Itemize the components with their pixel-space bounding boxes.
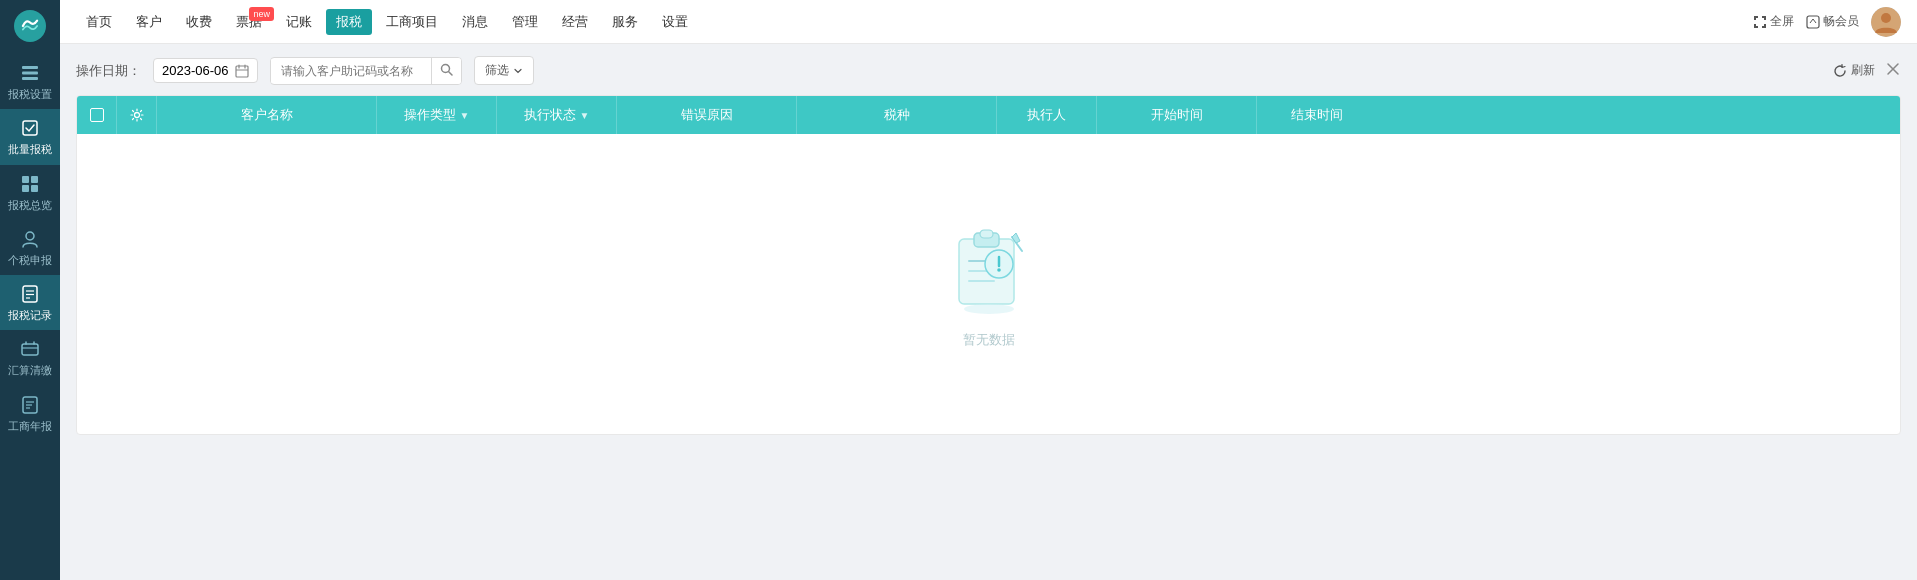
svg-rect-8: [31, 185, 38, 192]
search-icon: [440, 63, 453, 76]
table-header: 客户名称 操作类型 ▼ 执行状态 ▼ 错误原因 税种 执行人: [77, 96, 1900, 134]
sort-icon: ▼: [460, 110, 470, 121]
refresh-button[interactable]: 刷新: [1833, 62, 1875, 79]
sidebar: 报税设置 批量报税 报税总览 个税申报: [0, 0, 60, 580]
content-area: 操作日期： 2023-06-06: [60, 44, 1917, 580]
sidebar-item-piliang-baoshui[interactable]: 批量报税: [0, 109, 60, 164]
nav-item-shezhi[interactable]: 设置: [652, 9, 698, 35]
settings-icon: [19, 62, 41, 84]
batch-icon: [19, 117, 41, 139]
th-checkbox[interactable]: [77, 96, 117, 134]
select-all-checkbox[interactable]: [90, 108, 104, 122]
nav-item-customer[interactable]: 客户: [126, 9, 172, 35]
calendar-icon: [235, 64, 249, 78]
nav-item-gongshang[interactable]: 工商项目: [376, 9, 448, 35]
svg-rect-1: [22, 66, 38, 69]
sidebar-item-huisuan-jiaona[interactable]: 汇算清缴: [0, 330, 60, 385]
svg-rect-20: [1807, 16, 1819, 28]
th-exec-status[interactable]: 执行状态 ▼: [497, 96, 617, 134]
svg-point-9: [26, 232, 34, 240]
th-gear[interactable]: [117, 96, 157, 134]
svg-rect-2: [22, 72, 38, 75]
fullscreen-icon: [1753, 15, 1767, 29]
sort-icon: ▼: [580, 110, 590, 121]
nav-item-shoufei[interactable]: 收费: [176, 9, 222, 35]
top-nav-right: 全屏 畅会员: [1753, 7, 1901, 37]
nav-item-piaoju[interactable]: 票据 new: [226, 9, 272, 35]
th-error-reason: 错误原因: [617, 96, 797, 134]
app-logo[interactable]: [12, 8, 48, 44]
nav-item-guanli[interactable]: 管理: [502, 9, 548, 35]
nav-item-fuwu[interactable]: 服务: [602, 9, 648, 35]
chevron-down-icon: [513, 66, 523, 76]
filter-button[interactable]: 筛选: [474, 56, 534, 85]
member-icon: [1806, 15, 1820, 29]
annual-report-icon: [19, 394, 41, 416]
th-customer-name: 客户名称: [157, 96, 377, 134]
search-box: [270, 57, 462, 85]
date-label: 操作日期：: [76, 62, 141, 80]
svg-rect-4: [23, 121, 37, 135]
sidebar-item-gongshang-nianbao[interactable]: 工商年报: [0, 386, 60, 441]
empty-illustration: [944, 219, 1034, 319]
th-operation-type[interactable]: 操作类型 ▼: [377, 96, 497, 134]
search-button[interactable]: [431, 58, 461, 84]
svg-rect-6: [31, 176, 38, 183]
nav-item-home[interactable]: 首页: [76, 9, 122, 35]
nav-item-xiaoxi[interactable]: 消息: [452, 9, 498, 35]
record-icon: [19, 283, 41, 305]
settlement-icon: [19, 338, 41, 360]
svg-line-28: [448, 71, 452, 75]
member-button[interactable]: 畅会员: [1806, 13, 1859, 30]
th-end-time: 结束时间: [1257, 96, 1377, 134]
svg-point-31: [134, 113, 139, 118]
svg-rect-7: [22, 185, 29, 192]
fullscreen-button[interactable]: 全屏: [1753, 13, 1794, 30]
th-executor: 执行人: [997, 96, 1097, 134]
new-badge: new: [249, 7, 274, 22]
empty-state: 暂无数据: [944, 219, 1034, 349]
close-button[interactable]: [1885, 61, 1901, 80]
svg-point-22: [1881, 13, 1891, 23]
refresh-icon: [1833, 64, 1847, 78]
sidebar-item-geshuishenba[interactable]: 个税申报: [0, 220, 60, 275]
column-settings-icon: [130, 108, 144, 122]
nav-items: 首页 客户 收费 票据 new 记账 报税 工商项目 消息 管理 经营 服务 设…: [76, 9, 1753, 35]
nav-item-jizhang[interactable]: 记账: [276, 9, 322, 35]
close-icon: [1885, 61, 1901, 77]
svg-rect-14: [22, 344, 38, 355]
personal-tax-icon: [19, 228, 41, 250]
svg-point-40: [997, 268, 1001, 272]
table-body: 暂无数据: [77, 134, 1900, 434]
toolbar: 操作日期： 2023-06-06: [76, 56, 1901, 85]
avatar[interactable]: [1871, 7, 1901, 37]
data-table: 客户名称 操作类型 ▼ 执行状态 ▼ 错误原因 税种 执行人: [76, 95, 1901, 435]
svg-rect-3: [22, 77, 38, 80]
th-tax-type: 税种: [797, 96, 997, 134]
sidebar-item-baoshui-jilu[interactable]: 报税记录: [0, 275, 60, 330]
main-area: 首页 客户 收费 票据 new 记账 报税 工商项目 消息 管理 经营 服务 设…: [60, 0, 1917, 580]
svg-rect-5: [22, 176, 29, 183]
svg-rect-23: [236, 66, 248, 77]
search-input[interactable]: [271, 59, 431, 83]
top-nav: 首页 客户 收费 票据 new 记账 报税 工商项目 消息 管理 经营 服务 设…: [60, 0, 1917, 44]
overview-icon: [19, 173, 41, 195]
empty-text: 暂无数据: [963, 331, 1015, 349]
svg-rect-34: [980, 230, 993, 238]
sidebar-item-baoshui-shezhi[interactable]: 报税设置: [0, 54, 60, 109]
nav-item-jingying[interactable]: 经营: [552, 9, 598, 35]
sidebar-item-baoshui-zonlan[interactable]: 报税总览: [0, 165, 60, 220]
date-picker[interactable]: 2023-06-06: [153, 58, 258, 83]
toolbar-right: 刷新: [1833, 61, 1901, 80]
nav-item-baoshui[interactable]: 报税: [326, 9, 372, 35]
avatar-image: [1871, 7, 1901, 37]
th-start-time: 开始时间: [1097, 96, 1257, 134]
svg-point-0: [14, 10, 46, 42]
svg-point-43: [964, 304, 1014, 314]
